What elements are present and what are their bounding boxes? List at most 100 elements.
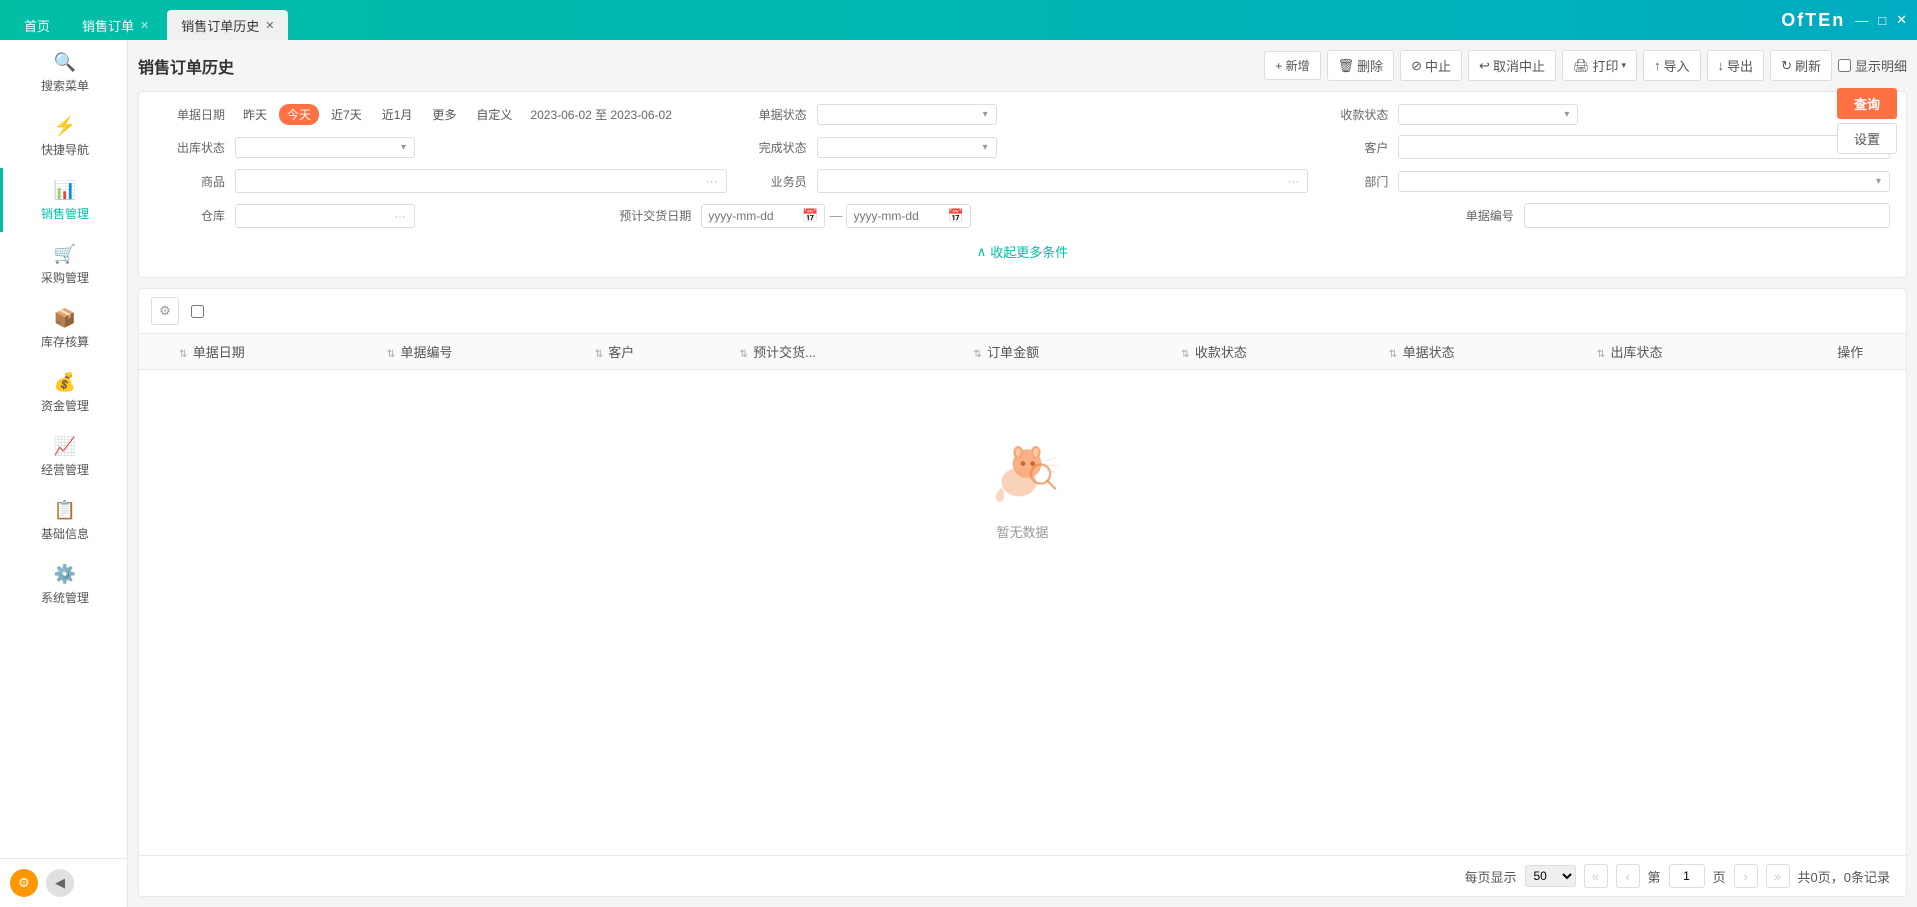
delete-button[interactable]: 🗑 删除 <box>1327 50 1395 81</box>
col-receipt-status[interactable]: ⇅ 收款状态 <box>1171 334 1379 370</box>
sort-no-icon: ⇅ <box>387 349 395 360</box>
first-page-btn[interactable]: « <box>1584 864 1608 888</box>
delivery-date-to-input[interactable]: 📅 <box>846 204 970 228</box>
sidebar-item-ops-mgmt[interactable]: 📈 经营管理 <box>0 424 127 488</box>
warehouse-value: ··· <box>235 204 601 228</box>
col-amount[interactable]: ⇅ 订单金额 <box>963 334 1171 370</box>
order-no-value <box>1524 203 1890 228</box>
receipt-status-arrow-icon: ▾ <box>1564 109 1569 120</box>
receipt-status-label: 收款状态 <box>1318 106 1388 123</box>
display-detail-toggle[interactable]: 显示明细 <box>1838 56 1907 75</box>
date-pill-7days[interactable]: 近7天 <box>323 104 370 125</box>
collapse-row: ∧ 收起更多条件 <box>155 238 1890 265</box>
quick-nav-icon: ⚡ <box>54 116 76 137</box>
warehouse-input[interactable]: ··· <box>235 204 415 228</box>
order-status-select[interactable]: ▾ <box>817 104 997 125</box>
salesperson-label: 业务员 <box>737 173 807 190</box>
print-button[interactable]: 🖨 打印 ▾ <box>1562 50 1637 81</box>
window-maximize[interactable]: □ <box>1878 13 1886 28</box>
select-all-checkbox[interactable] <box>191 305 204 318</box>
out-status-select[interactable]: ▾ <box>235 137 415 158</box>
sort-amount-icon: ⇅ <box>973 349 981 360</box>
page-size-select[interactable]: 50 10 20 100 <box>1525 865 1576 887</box>
page-input[interactable] <box>1669 864 1705 888</box>
sidebar-item-purchase-mgmt[interactable]: 🛒 采购管理 <box>0 232 127 296</box>
last-page-btn[interactable]: » <box>1766 864 1790 888</box>
next-page-btn[interactable]: › <box>1734 864 1758 888</box>
delivery-date-value: 📅 — 📅 <box>701 204 1434 228</box>
complete-status-label: 完成状态 <box>737 139 807 156</box>
delivery-date-label: 预计交货日期 <box>611 207 691 224</box>
date-pill-more[interactable]: 更多 <box>424 104 464 125</box>
tab-home[interactable]: 首页 <box>10 10 64 40</box>
display-detail-checkbox[interactable] <box>1838 59 1851 72</box>
pagination: 每页显示 50 10 20 100 « ‹ 第 页 › » 共0页，0条记录 <box>139 855 1906 896</box>
data-table: ⇅ 单据日期 ⇅ 单据编号 ⇅ 客户 <box>139 334 1906 370</box>
sidebar-item-finance-mgmt[interactable]: 💰 资金管理 <box>0 360 127 424</box>
order-status-label: 单据状态 <box>737 106 807 123</box>
sidebar-item-sys-mgmt[interactable]: ⚙️ 系统管理 <box>0 552 127 616</box>
sidebar-item-base-info[interactable]: 📋 基础信息 <box>0 488 127 552</box>
goods-input[interactable]: ··· <box>235 169 727 193</box>
customer-label: 客户 <box>1318 139 1388 156</box>
tab-sales-order[interactable]: 销售订单 ✕ <box>68 10 163 40</box>
receipt-status-select[interactable]: ▾ <box>1398 104 1578 125</box>
order-no-label: 单据编号 <box>1444 207 1514 224</box>
sidebar-item-search-menu[interactable]: 🔍 搜索菜单 <box>0 40 127 104</box>
delivery-date-group: 📅 — 📅 <box>701 204 970 228</box>
empty-text: 暂无数据 <box>996 522 1048 541</box>
top-bar: 首页 销售订单 ✕ 销售订单历史 ✕ OfTEn — □ ✕ <box>0 0 1917 40</box>
col-customer[interactable]: ⇅ 客户 <box>585 334 730 370</box>
sidebar-item-quick-nav[interactable]: ⚡ 快捷导航 <box>0 104 127 168</box>
toolbar: + 新增 🗑 删除 ⊘ 中止 ↩ 取消中止 🖨 打印 ▾ <box>1264 50 1907 81</box>
sort-receipt-icon: ⇅ <box>1181 349 1189 360</box>
prev-page-btn[interactable]: ‹ <box>1616 864 1640 888</box>
date-pill-1month[interactable]: 近1月 <box>374 104 421 125</box>
date-pill-today[interactable]: 今天 <box>279 104 319 125</box>
refresh-button[interactable]: ↻ 刷新 <box>1770 50 1832 81</box>
col-out-status[interactable]: ⇅ 出库状态 <box>1587 334 1795 370</box>
complete-status-select[interactable]: ▾ <box>817 137 997 158</box>
query-settings-button[interactable]: 设置 <box>1837 123 1897 154</box>
sidebar-item-sales-mgmt[interactable]: 📊 销售管理 <box>0 168 127 232</box>
export-button[interactable]: ↓ 导出 <box>1707 50 1765 81</box>
cancel-stop-button[interactable]: ↩ 取消中止 <box>1468 50 1556 81</box>
collapse-up-icon: ∧ <box>977 244 987 260</box>
close-tab-sales-order[interactable]: ✕ <box>140 19 149 32</box>
customer-input[interactable]: ··· <box>1398 135 1890 159</box>
query-button[interactable]: 查询 <box>1837 88 1897 119</box>
salesperson-input[interactable]: ··· <box>817 169 1309 193</box>
table-scroll-area[interactable]: ⇅ 单据日期 ⇅ 单据编号 ⇅ 客户 <box>139 334 1906 855</box>
col-action: 操作 <box>1794 334 1906 370</box>
sidebar-item-inventory-mgmt[interactable]: 📦 库存核算 <box>0 296 127 360</box>
col-date[interactable]: ⇅ 单据日期 <box>169 334 377 370</box>
sort-date-icon: ⇅ <box>179 349 187 360</box>
order-no-input[interactable] <box>1524 203 1890 228</box>
out-status-label: 出库状态 <box>155 139 225 156</box>
window-close[interactable]: ✕ <box>1896 12 1907 28</box>
col-no[interactable]: ⇅ 单据编号 <box>377 334 585 370</box>
date-pill-custom[interactable]: 自定义 <box>468 104 520 125</box>
date-pill-yesterday[interactable]: 昨天 <box>235 104 275 125</box>
import-button[interactable]: ↑ 导入 <box>1643 50 1701 81</box>
window-minimize[interactable]: — <box>1855 13 1868 28</box>
query-btn-area: 查询 设置 <box>1837 88 1897 154</box>
page-label: 第 <box>1648 867 1661 886</box>
tab-sales-order-history[interactable]: 销售订单历史 ✕ <box>167 10 288 40</box>
collapse-btn[interactable]: ∧ 收起更多条件 <box>973 238 1073 265</box>
sales-mgmt-icon: 📊 <box>54 180 76 201</box>
col-delivery[interactable]: ⇅ 预计交货... <box>729 334 963 370</box>
sidebar-settings-btn[interactable]: ⚙ <box>10 869 38 897</box>
table-settings-btn[interactable]: ⚙ <box>151 297 179 325</box>
import-icon: ↑ <box>1654 58 1661 73</box>
delivery-date-from-input[interactable]: 📅 <box>701 204 825 228</box>
sidebar-collapse-btn[interactable]: ◀ <box>46 869 74 897</box>
sort-order-status-icon: ⇅ <box>1389 349 1397 360</box>
stop-button[interactable]: ⊘ 中止 <box>1400 50 1462 81</box>
col-order-status[interactable]: ⇅ 单据状态 <box>1379 334 1587 370</box>
dept-select[interactable]: ▾ <box>1398 171 1890 192</box>
filter-row-3: 商品 ··· 业务员 ··· 部门 ▾ <box>155 169 1890 193</box>
close-tab-sales-order-history[interactable]: ✕ <box>265 19 274 32</box>
sidebar-item-label-finance-mgmt: 资金管理 <box>41 397 89 414</box>
new-button[interactable]: + 新增 <box>1264 51 1320 80</box>
